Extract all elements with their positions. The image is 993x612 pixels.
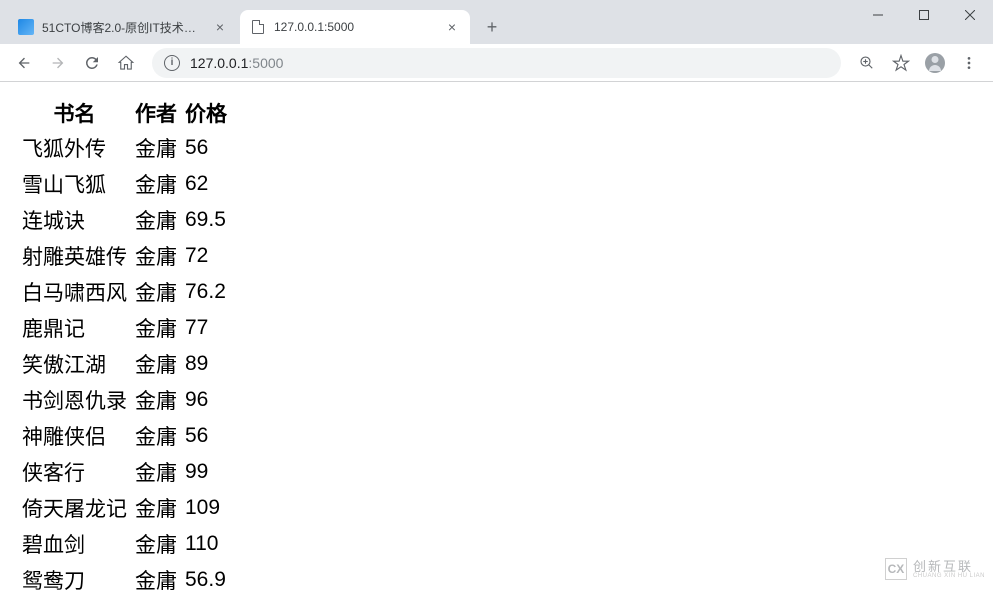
cell-author: 金庸 xyxy=(131,562,181,598)
cell-price: 89 xyxy=(181,346,231,382)
table-row: 笑傲江湖金庸89 xyxy=(18,346,231,382)
cell-author: 金庸 xyxy=(131,418,181,454)
cell-author: 金庸 xyxy=(131,274,181,310)
table-row: 侠客行金庸99 xyxy=(18,454,231,490)
watermark: CX 创新互联 CHUANG XIN HU LIAN xyxy=(885,558,985,580)
cell-price: 110 xyxy=(181,526,231,562)
cell-title: 倚天屠龙记 xyxy=(18,490,131,526)
table-row: 连城诀金庸69.5 xyxy=(18,202,231,238)
tab-favicon-icon xyxy=(250,19,266,35)
cell-title: 射雕英雄传 xyxy=(18,238,131,274)
table-row: 射雕英雄传金庸72 xyxy=(18,238,231,274)
table-row: 飞狐外传金庸56 xyxy=(18,130,231,166)
cell-title: 碧血剑 xyxy=(18,526,131,562)
cell-author: 金庸 xyxy=(131,490,181,526)
col-header-price: 价格 xyxy=(181,96,231,130)
cell-price: 69.5 xyxy=(181,202,231,238)
url-port: :5000 xyxy=(248,55,283,71)
books-table: 书名 作者 价格 飞狐外传金庸56雪山飞狐金庸62连城诀金庸69.5射雕英雄传金… xyxy=(18,96,231,598)
table-row: 倚天屠龙记金庸109 xyxy=(18,490,231,526)
cell-title: 侠客行 xyxy=(18,454,131,490)
cell-title: 飞狐外传 xyxy=(18,130,131,166)
tab-inactive[interactable]: 51CTO博客2.0-原创IT技术文章分 × xyxy=(8,10,238,44)
tab-active[interactable]: 127.0.0.1:5000 × xyxy=(240,10,470,44)
table-row: 雪山飞狐金庸62 xyxy=(18,166,231,202)
cell-price: 56.9 xyxy=(181,562,231,598)
browser-toolbar: i 127.0.0.1:5000 xyxy=(0,44,993,82)
page-content: 书名 作者 价格 飞狐外传金庸56雪山飞狐金庸62连城诀金庸69.5射雕英雄传金… xyxy=(0,82,993,612)
cell-price: 109 xyxy=(181,490,231,526)
cell-title: 白马啸西风 xyxy=(18,274,131,310)
zoom-icon[interactable] xyxy=(853,49,881,77)
browser-tab-strip: 51CTO博客2.0-原创IT技术文章分 × 127.0.0.1:5000 × … xyxy=(0,0,993,44)
col-header-author: 作者 xyxy=(131,96,181,130)
table-row: 鹿鼎记金庸77 xyxy=(18,310,231,346)
table-row: 神雕侠侣金庸56 xyxy=(18,418,231,454)
cell-author: 金庸 xyxy=(131,310,181,346)
tab-title: 127.0.0.1:5000 xyxy=(274,20,438,34)
menu-button[interactable] xyxy=(955,49,983,77)
tab-title: 51CTO博客2.0-原创IT技术文章分 xyxy=(42,19,206,36)
table-row: 书剑恩仇录金庸96 xyxy=(18,382,231,418)
back-button[interactable] xyxy=(10,49,38,77)
cell-price: 56 xyxy=(181,418,231,454)
cell-title: 笑傲江湖 xyxy=(18,346,131,382)
site-info-icon[interactable]: i xyxy=(164,55,180,71)
watermark-logo-icon: CX xyxy=(885,558,907,580)
address-bar[interactable]: i 127.0.0.1:5000 xyxy=(152,48,841,78)
cell-title: 连城诀 xyxy=(18,202,131,238)
cell-author: 金庸 xyxy=(131,166,181,202)
cell-price: 96 xyxy=(181,382,231,418)
table-header-row: 书名 作者 价格 xyxy=(18,96,231,130)
forward-button[interactable] xyxy=(44,49,72,77)
toolbar-right-icons xyxy=(853,49,983,77)
cell-author: 金庸 xyxy=(131,238,181,274)
watermark-en: CHUANG XIN HU LIAN xyxy=(913,573,985,579)
watermark-cn: 创新互联 xyxy=(913,560,985,573)
table-row: 碧血剑金庸110 xyxy=(18,526,231,562)
cell-title: 神雕侠侣 xyxy=(18,418,131,454)
cell-author: 金庸 xyxy=(131,130,181,166)
avatar-icon xyxy=(925,53,945,73)
cell-author: 金庸 xyxy=(131,202,181,238)
cell-price: 62 xyxy=(181,166,231,202)
col-header-title: 书名 xyxy=(18,96,131,130)
cell-author: 金庸 xyxy=(131,382,181,418)
home-button[interactable] xyxy=(112,49,140,77)
table-row: 白马啸西风金庸76.2 xyxy=(18,274,231,310)
reload-button[interactable] xyxy=(78,49,106,77)
table-row: 鸳鸯刀金庸56.9 xyxy=(18,562,231,598)
maximize-button[interactable] xyxy=(901,0,947,30)
cell-title: 雪山飞狐 xyxy=(18,166,131,202)
cell-author: 金庸 xyxy=(131,454,181,490)
cell-author: 金庸 xyxy=(131,346,181,382)
close-window-button[interactable] xyxy=(947,0,993,30)
close-icon[interactable]: × xyxy=(444,19,460,35)
cell-price: 99 xyxy=(181,454,231,490)
url-host: 127.0.0.1 xyxy=(190,55,248,71)
cell-title: 鹿鼎记 xyxy=(18,310,131,346)
minimize-button[interactable] xyxy=(855,0,901,30)
cell-price: 72 xyxy=(181,238,231,274)
cell-title: 书剑恩仇录 xyxy=(18,382,131,418)
cell-price: 76.2 xyxy=(181,274,231,310)
tab-favicon-icon xyxy=(18,19,34,35)
cell-author: 金庸 xyxy=(131,526,181,562)
bookmark-icon[interactable] xyxy=(887,49,915,77)
close-icon[interactable]: × xyxy=(212,19,228,35)
profile-button[interactable] xyxy=(921,49,949,77)
window-controls xyxy=(855,0,993,34)
cell-price: 77 xyxy=(181,310,231,346)
new-tab-button[interactable]: + xyxy=(478,13,506,41)
cell-price: 56 xyxy=(181,130,231,166)
cell-title: 鸳鸯刀 xyxy=(18,562,131,598)
